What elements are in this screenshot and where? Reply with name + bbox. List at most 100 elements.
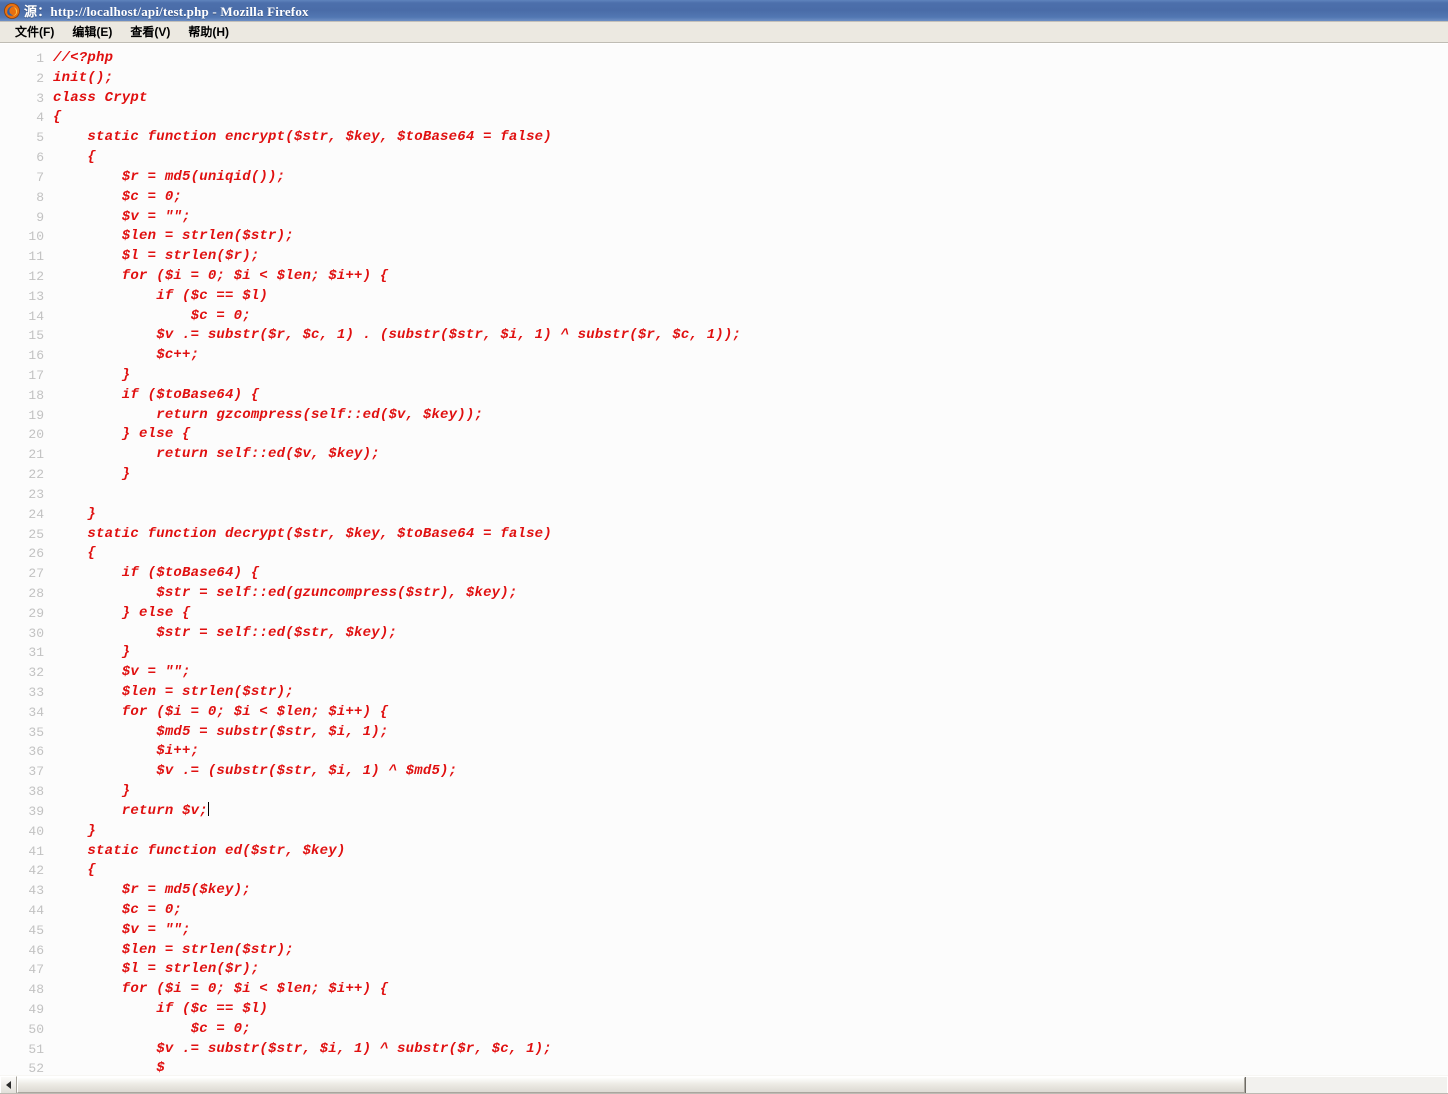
line-number: 37 <box>28 764 44 780</box>
code-text: static function encrypt($str, $key, $toB… <box>53 129 552 146</box>
code-text: } else { <box>53 604 191 621</box>
line-number: 24 <box>28 506 44 522</box>
code-line: 11 $l = strlen($r); <box>0 247 1448 267</box>
code-text: } <box>53 367 131 383</box>
code-line: 12 for ($i = 0; $i < $len; $i++) { <box>0 267 1448 287</box>
line-number: 25 <box>28 526 44 542</box>
line-number: 18 <box>28 387 44 403</box>
code-text: $r = md5($key); <box>53 882 251 899</box>
code-text: $md5 = substr($str, $i, 1); <box>53 723 389 740</box>
line-number: 43 <box>28 883 44 899</box>
code-line: 22 } <box>0 465 1448 485</box>
scroll-left-button[interactable] <box>0 1076 17 1094</box>
line-number: 38 <box>28 784 44 800</box>
code-text: } <box>53 466 131 483</box>
code-line: 32 $v = ""; <box>0 663 1448 683</box>
line-number: 26 <box>28 546 44 562</box>
line-number: 2 <box>36 70 44 86</box>
menu-edit[interactable]: 编辑(E) <box>63 21 121 43</box>
code-text: //<?php <box>53 50 114 66</box>
menu-help[interactable]: 帮助(H) <box>179 21 238 43</box>
code-line: 2 init(); <box>0 69 1448 89</box>
code-text: { <box>53 545 97 562</box>
code-text: $str = self::ed(gzuncompress($str), $key… <box>53 584 518 601</box>
line-number: 48 <box>28 982 44 998</box>
line-number: 35 <box>28 724 44 740</box>
code-line: 23 <box>0 485 1448 505</box>
code-text: class Crypt <box>53 89 148 106</box>
code-text: } <box>53 822 97 839</box>
line-number: 29 <box>28 605 44 621</box>
code-text: $v .= (substr($str, $i, 1) ^ $md5); <box>53 763 458 780</box>
code-text: $c = 0; <box>53 307 251 324</box>
line-number: 44 <box>28 902 44 918</box>
code-line: 47 $l = strlen($r); <box>0 960 1448 980</box>
code-text: $v .= substr($str, $i, 1) ^ substr($r, $… <box>53 1040 552 1057</box>
horizontal-scrollbar[interactable] <box>0 1075 1448 1094</box>
code-line: 49 if ($c == $l) <box>0 1000 1448 1020</box>
line-number: 34 <box>28 704 44 720</box>
code-line: 36 $i++; <box>0 742 1448 762</box>
line-number: 52 <box>28 1061 44 1075</box>
code-text: for ($i = 0; $i < $len; $i++) { <box>53 703 389 720</box>
code-line: 51 $v .= substr($str, $i, 1) ^ substr($r… <box>0 1040 1448 1060</box>
code-line: 48 for ($i = 0; $i < $len; $i++) { <box>0 980 1448 1000</box>
chevron-left-icon <box>6 1081 11 1089</box>
code-text: $l = strlen($r); <box>53 961 260 978</box>
code-line: 52 $ <box>0 1059 1448 1075</box>
window-title: 源：http://localhost/api/test.php - Mozill… <box>24 4 309 19</box>
line-number: 16 <box>28 348 44 364</box>
line-number: 15 <box>28 328 44 344</box>
line-number: 50 <box>28 1021 44 1037</box>
code-line: 41 static function ed($str, $key) <box>0 842 1448 862</box>
line-number: 6 <box>36 150 44 166</box>
line-number: 12 <box>28 268 44 284</box>
code-line: 30 $str = self::ed($str, $key); <box>0 624 1448 644</box>
code-text: return gzcompress(self::ed($v, $key)); <box>53 406 484 423</box>
code-text: for ($i = 0; $i < $len; $i++) { <box>53 267 389 284</box>
code-text: } <box>53 644 131 661</box>
line-number: 41 <box>28 843 44 859</box>
code-line: 19 return gzcompress(self::ed($v, $key))… <box>0 406 1448 426</box>
line-number: 20 <box>28 427 44 443</box>
code-line: 4{ <box>0 108 1448 128</box>
code-line: 45 $v = ""; <box>0 921 1448 941</box>
line-number: 21 <box>28 447 44 463</box>
scrollbar-thumb[interactable] <box>17 1077 1245 1093</box>
line-number: 7 <box>36 169 44 185</box>
code-line: 46 $len = strlen($str); <box>0 941 1448 961</box>
code-line: 31 } <box>0 643 1448 663</box>
code-line: 25 static function decrypt($str, $key, $… <box>0 525 1448 545</box>
code-text: $len = strlen($str); <box>53 941 294 958</box>
code-text: $str = self::ed($str, $key); <box>53 624 398 641</box>
menu-view[interactable]: 查看(V) <box>121 21 179 43</box>
line-number: 36 <box>28 744 44 760</box>
line-number: 32 <box>28 665 44 681</box>
line-number: 8 <box>36 189 44 205</box>
source-code-area[interactable]: 1//<?php 2 init(); 3 class Crypt 4{5 static f… <box>0 44 1448 1075</box>
line-number: 39 <box>28 803 44 819</box>
line-number: 23 <box>28 486 44 502</box>
line-number: 11 <box>28 249 44 265</box>
code-text: $len = strlen($str); <box>53 684 294 700</box>
line-number: 17 <box>28 368 44 383</box>
source-viewport[interactable]: 1//<?php 2 init(); 3 class Crypt 4{5 static f… <box>0 43 1448 1075</box>
code-line: 5 static function encrypt($str, $key, $t… <box>0 128 1448 148</box>
line-number: 33 <box>28 685 44 700</box>
code-line: 27 if ($toBase64) { <box>0 564 1448 584</box>
code-line: 34 for ($i = 0; $i < $len; $i++) { <box>0 703 1448 723</box>
menu-file[interactable]: 文件(F) <box>6 21 63 43</box>
code-line: 42 { <box>0 861 1448 881</box>
code-line: 50 $c = 0; <box>0 1020 1448 1040</box>
text-caret <box>207 801 209 816</box>
code-line: 43 $r = md5($key); <box>0 881 1448 901</box>
code-text: $r = md5(uniqid()); <box>53 168 286 185</box>
line-number: 3 <box>36 90 44 106</box>
code-line: 7 $r = md5(uniqid()); <box>0 168 1448 188</box>
scrollbar-track[interactable] <box>17 1076 1448 1094</box>
code-text: $c++; <box>53 347 200 364</box>
firefox-view-source-window: 源：http://localhost/api/test.php - Mozill… <box>0 0 1448 1094</box>
code-text: { <box>53 862 97 879</box>
code-text: $c = 0; <box>53 1020 251 1037</box>
